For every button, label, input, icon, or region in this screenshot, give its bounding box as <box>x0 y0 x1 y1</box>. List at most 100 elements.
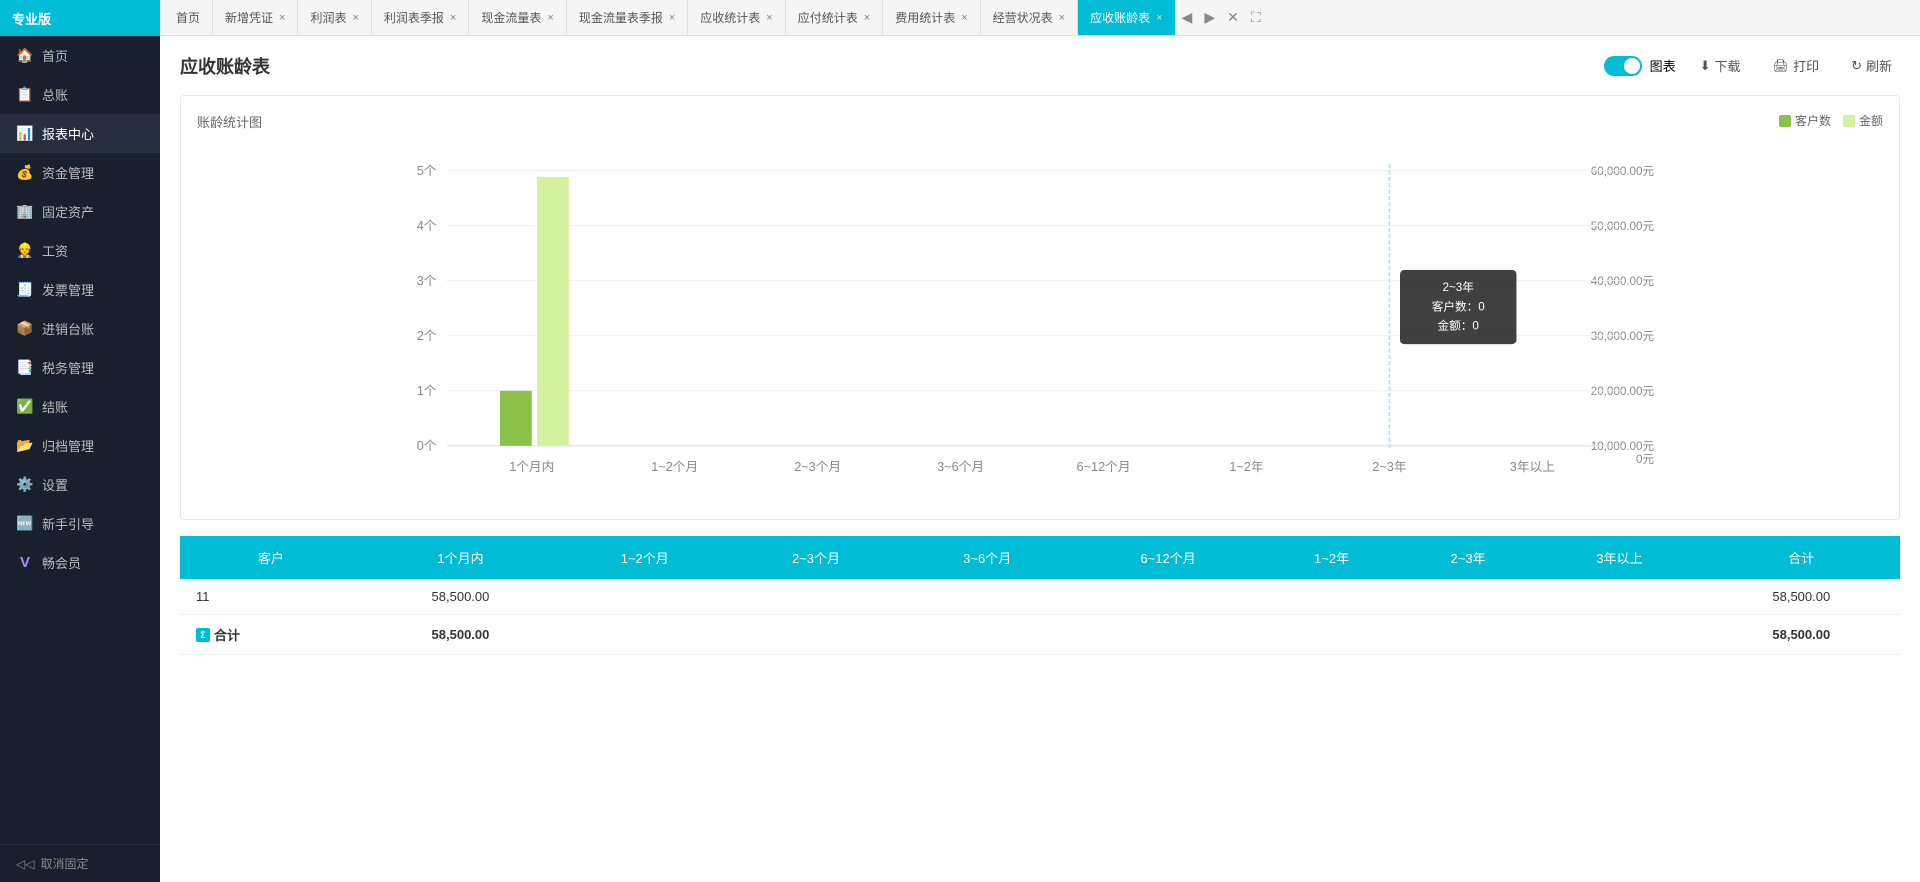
tab-receivable-stat-label: 应收统计表 <box>700 9 760 26</box>
sidebar-item-purchase[interactable]: 📦 进销台账 <box>0 309 160 348</box>
tab-bar: 首页 新增凭证 × 利润表 × 利润表季报 × 现金流量表 × 现金流量表季报 … <box>160 0 1920 36</box>
legend-amount-label: 金额 <box>1859 112 1883 129</box>
tab-cashflow-close[interactable]: × <box>547 12 553 24</box>
chart-toggle-group: 图表 <box>1604 56 1676 76</box>
svg-text:2~3个月: 2~3个月 <box>794 460 841 474</box>
tab-cashflow-label: 现金流量表 <box>481 9 541 26</box>
chart-toggle[interactable] <box>1604 56 1642 76</box>
print-button[interactable]: 🖨 打印 <box>1765 52 1828 79</box>
th-customer: 客户 <box>180 536 362 579</box>
tab-cashflow-quarter-close[interactable]: × <box>669 12 675 24</box>
legend-customers-dot <box>1779 115 1791 127</box>
vip-icon: V <box>16 554 34 571</box>
chart-svg: 5个 4个 3个 2个 1个 0个 60,000.00元 50,000.00元 … <box>197 143 1883 503</box>
th-m36: 3~6个月 <box>902 536 1073 579</box>
svg-text:2个: 2个 <box>417 329 437 343</box>
th-total: 合计 <box>1703 536 1900 579</box>
invoice-icon: 🧾 <box>16 281 34 298</box>
tab-aging[interactable]: 应收账龄表 × <box>1078 0 1175 36</box>
svg-text:5个: 5个 <box>417 164 437 178</box>
sidebar-item-funds[interactable]: 💰 资金管理 <box>0 153 160 192</box>
tab-business-stat[interactable]: 经营状况表 × <box>981 0 1078 36</box>
legend-customers: 客户数 <box>1779 112 1831 129</box>
tab-expense-stat[interactable]: 费用统计表 × <box>883 0 980 36</box>
total-label-text: 合计 <box>214 625 240 644</box>
tab-close-all-button[interactable]: ✕ <box>1221 0 1245 36</box>
page-header: 应收账龄表 图表 ⬇ 下载 🖨 打印 ↻ 刷新 <box>180 52 1900 79</box>
tab-cashflow-quarter[interactable]: 现金流量表季报 × <box>567 0 688 36</box>
chart-legend: 客户数 金额 <box>1779 112 1883 129</box>
td-y12 <box>1263 579 1399 615</box>
sidebar-item-salary[interactable]: 👷 工资 <box>0 231 160 270</box>
table-row: 11 58,500.00 58,500.00 <box>180 579 1900 615</box>
td-total-m12 <box>559 615 730 655</box>
print-label: 打印 <box>1793 56 1819 75</box>
sidebar-item-label: 工资 <box>42 241 68 260</box>
tab-payable-stat-label: 应付统计表 <box>798 9 858 26</box>
tab-prev-button[interactable]: ◀ <box>1176 0 1199 36</box>
chart-toggle-label: 图表 <box>1650 56 1676 75</box>
svg-text:金额：0: 金额：0 <box>1438 318 1480 332</box>
main-content: 首页 新增凭证 × 利润表 × 利润表季报 × 现金流量表 × 现金流量表季报 … <box>160 0 1920 882</box>
sidebar-item-tax[interactable]: 📑 税务管理 <box>0 348 160 387</box>
tab-next-button[interactable]: ▶ <box>1198 0 1221 36</box>
tab-expense-stat-close[interactable]: × <box>961 12 967 24</box>
tab-business-stat-close[interactable]: × <box>1059 12 1065 24</box>
td-total-y12 <box>1263 615 1399 655</box>
svg-text:6~12个月: 6~12个月 <box>1077 460 1131 474</box>
sidebar-item-invoice[interactable]: 🧾 发票管理 <box>0 270 160 309</box>
tab-home[interactable]: 首页 <box>164 0 213 36</box>
sidebar-item-assets[interactable]: 🏢 固定资产 <box>0 192 160 231</box>
sidebar-item-archive[interactable]: 📂 归档管理 <box>0 426 160 465</box>
sidebar-item-vip[interactable]: V 畅会员 <box>0 543 160 582</box>
sidebar-item-guide[interactable]: 🆕 新手引导 <box>0 504 160 543</box>
sidebar-item-ledger[interactable]: 📋 总账 <box>0 75 160 114</box>
td-total: 58,500.00 <box>1703 579 1900 615</box>
td-total-m612 <box>1073 615 1264 655</box>
refresh-icon: ↻ <box>1851 58 1862 74</box>
sidebar-item-reports[interactable]: 📊 报表中心 <box>0 114 160 153</box>
guide-icon: 🆕 <box>16 515 34 532</box>
close-accounts-icon: ✅ <box>16 398 34 415</box>
svg-text:0个: 0个 <box>417 439 437 453</box>
purchase-icon: 📦 <box>16 320 34 337</box>
svg-text:10,000.00元: 10,000.00元 <box>1591 440 1655 453</box>
download-button[interactable]: ⬇ 下载 <box>1692 52 1749 79</box>
tab-new-voucher-close[interactable]: × <box>279 12 285 24</box>
tab-profit[interactable]: 利润表 × <box>298 0 371 36</box>
tab-new-voucher[interactable]: 新增凭证 × <box>213 0 298 36</box>
salary-icon: 👷 <box>16 242 34 259</box>
tab-profit-quarter-close[interactable]: × <box>450 12 456 24</box>
tab-profit-quarter[interactable]: 利润表季报 × <box>372 0 469 36</box>
assets-icon: 🏢 <box>16 203 34 220</box>
svg-text:30,000.00元: 30,000.00元 <box>1591 330 1655 343</box>
bar-customers-0 <box>500 391 532 446</box>
pin-icon: ◁◁ <box>16 857 34 871</box>
tab-aging-label: 应收账龄表 <box>1090 9 1150 26</box>
tab-cashflow[interactable]: 现金流量表 × <box>469 0 566 36</box>
download-label: 下载 <box>1715 56 1741 75</box>
tab-receivable-stat-close[interactable]: × <box>766 12 772 24</box>
svg-text:2~3年: 2~3年 <box>1443 280 1475 294</box>
tab-profit-close[interactable]: × <box>352 12 358 24</box>
unpin-sidebar-button[interactable]: ◁◁ 取消固定 <box>0 844 160 882</box>
tab-payable-stat[interactable]: 应付统计表 × <box>786 0 883 36</box>
sidebar-item-home[interactable]: 🏠 首页 <box>0 36 160 75</box>
sidebar-item-settings[interactable]: ⚙️ 设置 <box>0 465 160 504</box>
tab-payable-stat-close[interactable]: × <box>864 12 870 24</box>
td-total-label: Σ 合计 <box>180 615 362 655</box>
tab-aging-close[interactable]: × <box>1156 12 1162 24</box>
chart-svg-wrapper: 5个 4个 3个 2个 1个 0个 60,000.00元 50,000.00元 … <box>197 143 1883 503</box>
sidebar-item-close[interactable]: ✅ 结账 <box>0 387 160 426</box>
header-actions: 图表 ⬇ 下载 🖨 打印 ↻ 刷新 <box>1604 52 1900 79</box>
tab-expand-button[interactable]: ⛶ <box>1245 0 1267 36</box>
sidebar-item-label: 结账 <box>42 397 68 416</box>
sidebar-item-label: 资金管理 <box>42 163 94 182</box>
th-m12: 1~2个月 <box>559 536 730 579</box>
sidebar-item-label: 首页 <box>42 46 68 65</box>
refresh-button[interactable]: ↻ 刷新 <box>1843 52 1900 79</box>
tab-receivable-stat[interactable]: 应收统计表 × <box>688 0 785 36</box>
tab-profit-label: 利润表 <box>310 9 346 26</box>
total-icon: Σ <box>196 628 210 642</box>
page-content: 应收账龄表 图表 ⬇ 下载 🖨 打印 ↻ 刷新 <box>160 36 1920 882</box>
